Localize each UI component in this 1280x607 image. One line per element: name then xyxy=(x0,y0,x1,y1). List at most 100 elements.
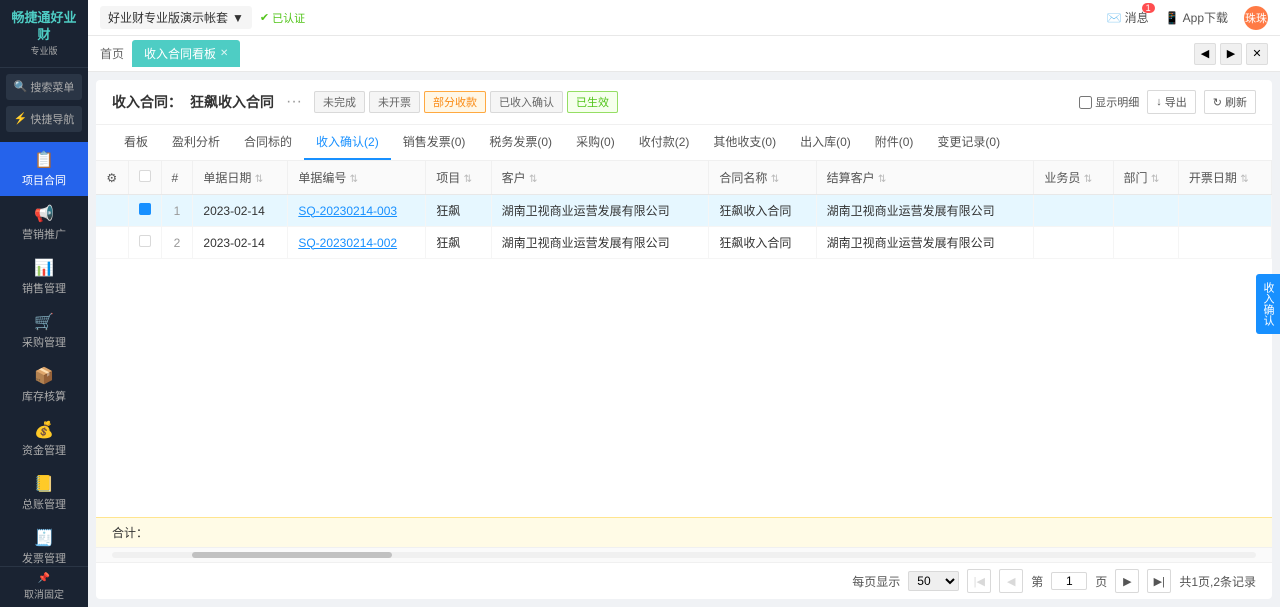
page-first-button[interactable]: |◀ xyxy=(967,569,991,593)
status-btn-已生效[interactable]: 已生效 xyxy=(567,91,618,113)
contract-title: 收入合同： 狂飙收入合同 xyxy=(112,92,274,112)
subtab-其他收支(0)[interactable]: 其他收支(0) xyxy=(701,125,788,160)
row-number-link[interactable]: SQ-20230214-003 xyxy=(298,204,397,218)
sidebar-item-sales[interactable]: 📊销售管理 xyxy=(0,250,88,304)
th-number[interactable]: 单据编号 ⇅ xyxy=(288,161,426,195)
tabbar: 首页 收入合同看板 ✕ ◀ ▶ ✕ xyxy=(88,36,1280,72)
table-row[interactable]: 1 2023-02-14 SQ-20230214-003 狂飙 湖南卫视商业运营… xyxy=(96,195,1272,227)
status-btn-未开票[interactable]: 未开票 xyxy=(369,91,420,113)
sidebar-item-inventory[interactable]: 📦库存核算 xyxy=(0,358,88,412)
table-row[interactable]: 2 2023-02-14 SQ-20230214-002 狂飙 湖南卫视商业运营… xyxy=(96,227,1272,259)
row-dept xyxy=(1113,227,1178,259)
page-next-button[interactable]: ▶ xyxy=(1115,569,1139,593)
topbar-left: 好业财专业版演示帐套 ▼ ✔ 已认证 xyxy=(100,6,305,29)
table-container[interactable]: ⚙ # 单据日期 ⇅ 单据编号 ⇅ 项目 ⇅ 客户 ⇅ 合同名称 ⇅ 结算客户 … xyxy=(96,161,1272,517)
subtab-附件(0)[interactable]: 附件(0) xyxy=(863,125,926,160)
th-dept[interactable]: 部门 ⇅ xyxy=(1113,161,1178,195)
content-area: 收入合同： 狂飙收入合同 ··· 未完成未开票部分收款已收入确认已生效 显示明细… xyxy=(96,80,1272,599)
status-btn-部分收款[interactable]: 部分收款 xyxy=(424,91,486,113)
avatar: 珠珠 xyxy=(1244,6,1268,30)
row-index: 1 xyxy=(161,195,193,227)
app-download-button[interactable]: 📱 App下载 xyxy=(1165,9,1228,26)
subtab-盈利分析[interactable]: 盈利分析 xyxy=(160,125,232,160)
row-customer: 湖南卫视商业运营发展有限公司 xyxy=(491,227,709,259)
subtab-看板[interactable]: 看板 xyxy=(112,125,160,160)
tabbar-nav: ◀ ▶ ✕ xyxy=(1194,43,1268,65)
sidebar-label-invoice: 发票管理 xyxy=(22,550,66,566)
sidebar-item-marketing[interactable]: 📢营销推广 xyxy=(0,196,88,250)
messages-button[interactable]: ✉️ 1 消息 xyxy=(1107,9,1149,26)
th-date[interactable]: 单据日期 ⇅ xyxy=(193,161,288,195)
export-button[interactable]: ↓ 导出 xyxy=(1147,90,1196,114)
row-checkbox-cell[interactable] xyxy=(128,195,161,227)
sidebar-search-button[interactable]: 🔍 搜索菜单 xyxy=(6,74,82,100)
th-invoice-date[interactable]: 开票日期 ⇅ xyxy=(1178,161,1271,195)
subtab-合同标的[interactable]: 合同标的 xyxy=(232,125,304,160)
sidebar-item-fund[interactable]: 💰资金管理 xyxy=(0,412,88,466)
tab-close-all-button[interactable]: ✕ xyxy=(1246,43,1268,65)
horizontal-scrollbar[interactable] xyxy=(96,547,1272,562)
invoice-icon: 🧾 xyxy=(34,528,54,548)
active-tab[interactable]: 收入合同看板 ✕ xyxy=(132,40,240,67)
sticky-right-button[interactable]: 收入确认 xyxy=(1256,274,1280,334)
quick-nav-button[interactable]: ⚡ 快捷导航 xyxy=(6,106,82,132)
show-detail-checkbox-input[interactable] xyxy=(1079,96,1092,109)
th-customer[interactable]: 客户 ⇅ xyxy=(491,161,709,195)
sidebar-item-purchase[interactable]: 🛒采购管理 xyxy=(0,304,88,358)
show-detail-toggle[interactable]: 显示明细 xyxy=(1079,94,1139,110)
sidebar-item-invoice[interactable]: 🧾 发票管理 xyxy=(0,520,88,566)
subtab-销售发票(0)[interactable]: 销售发票(0) xyxy=(391,125,478,160)
user-avatar[interactable]: 珠珠 xyxy=(1244,6,1268,30)
sidebar-label-purchase: 采购管理 xyxy=(22,334,66,350)
scrollbar-thumb[interactable] xyxy=(192,552,392,558)
page-last-button[interactable]: ▶| xyxy=(1147,569,1171,593)
sidebar-label-project: 项目合同 xyxy=(22,172,66,188)
sidebar-item-project[interactable]: 📋项目合同 xyxy=(0,142,88,196)
sort-icon: ⇅ xyxy=(771,174,779,185)
th-contract-name[interactable]: 合同名称 ⇅ xyxy=(709,161,816,195)
page-prev-button[interactable]: ◀ xyxy=(999,569,1023,593)
subtab-变更记录(0)[interactable]: 变更记录(0) xyxy=(925,125,1012,160)
app-name: 畅捷通好业财 xyxy=(6,10,82,44)
select-all-th[interactable] xyxy=(128,161,161,195)
search-icon: 🔍 xyxy=(14,80,28,93)
row-date: 2023-02-14 xyxy=(193,227,288,259)
status-btn-已收入确认[interactable]: 已收入确认 xyxy=(490,91,563,113)
general-icon: 📒 xyxy=(34,474,54,494)
sidebar-item-general[interactable]: 📒 总账管理 xyxy=(0,466,88,520)
refresh-button[interactable]: ↻ 刷新 xyxy=(1204,90,1256,114)
page-number-input[interactable] xyxy=(1051,572,1087,590)
row-number[interactable]: SQ-20230214-002 xyxy=(288,227,426,259)
subtab-收入确认(2)[interactable]: 收入确认(2) xyxy=(304,125,391,160)
row-project: 狂飙 xyxy=(426,195,491,227)
sidebar-bottom-unpin[interactable]: 📌 取消固定 xyxy=(0,567,88,607)
right-sticky-panel: 收入确认 xyxy=(1256,274,1280,334)
page-size-select[interactable]: 50 100 200 xyxy=(908,571,959,591)
row-number[interactable]: SQ-20230214-003 xyxy=(288,195,426,227)
data-table: ⚙ # 单据日期 ⇅ 单据编号 ⇅ 项目 ⇅ 客户 ⇅ 合同名称 ⇅ 结算客户 … xyxy=(96,161,1272,259)
col-config-th[interactable]: ⚙ xyxy=(96,161,128,195)
subtab-出入库(0)[interactable]: 出入库(0) xyxy=(788,125,863,160)
tab-next-button[interactable]: ▶ xyxy=(1220,43,1242,65)
th-salesperson[interactable]: 业务员 ⇅ xyxy=(1034,161,1113,195)
refresh-icon: ↻ xyxy=(1213,96,1222,109)
th-project[interactable]: 项目 ⇅ xyxy=(426,161,491,195)
row-contract-name: 狂飙收入合同 xyxy=(709,195,816,227)
table-footer: 合计： xyxy=(96,517,1272,547)
tab-prev-button[interactable]: ◀ xyxy=(1194,43,1216,65)
status-buttons: 未完成未开票部分收款已收入确认已生效 xyxy=(314,91,618,113)
subtab-收付款(2)[interactable]: 收付款(2) xyxy=(627,125,702,160)
sidebar-label-general: 总账管理 xyxy=(22,496,66,512)
row-number-link[interactable]: SQ-20230214-002 xyxy=(298,236,397,250)
sort-icon: ⇅ xyxy=(1151,174,1159,185)
company-selector[interactable]: 好业财专业版演示帐套 ▼ xyxy=(100,6,252,29)
row-checkbox-cell[interactable] xyxy=(128,227,161,259)
subtab-采购(0)[interactable]: 采购(0) xyxy=(564,125,627,160)
app-sub: 专业版 xyxy=(6,44,82,57)
th-settle-customer[interactable]: 结算客户 ⇅ xyxy=(816,161,1034,195)
home-breadcrumb[interactable]: 首页 xyxy=(100,45,124,62)
status-btn-未完成[interactable]: 未完成 xyxy=(314,91,365,113)
contract-more-button[interactable]: ··· xyxy=(286,93,302,111)
subtab-税务发票(0)[interactable]: 税务发票(0) xyxy=(477,125,564,160)
tab-close-button[interactable]: ✕ xyxy=(220,48,228,59)
